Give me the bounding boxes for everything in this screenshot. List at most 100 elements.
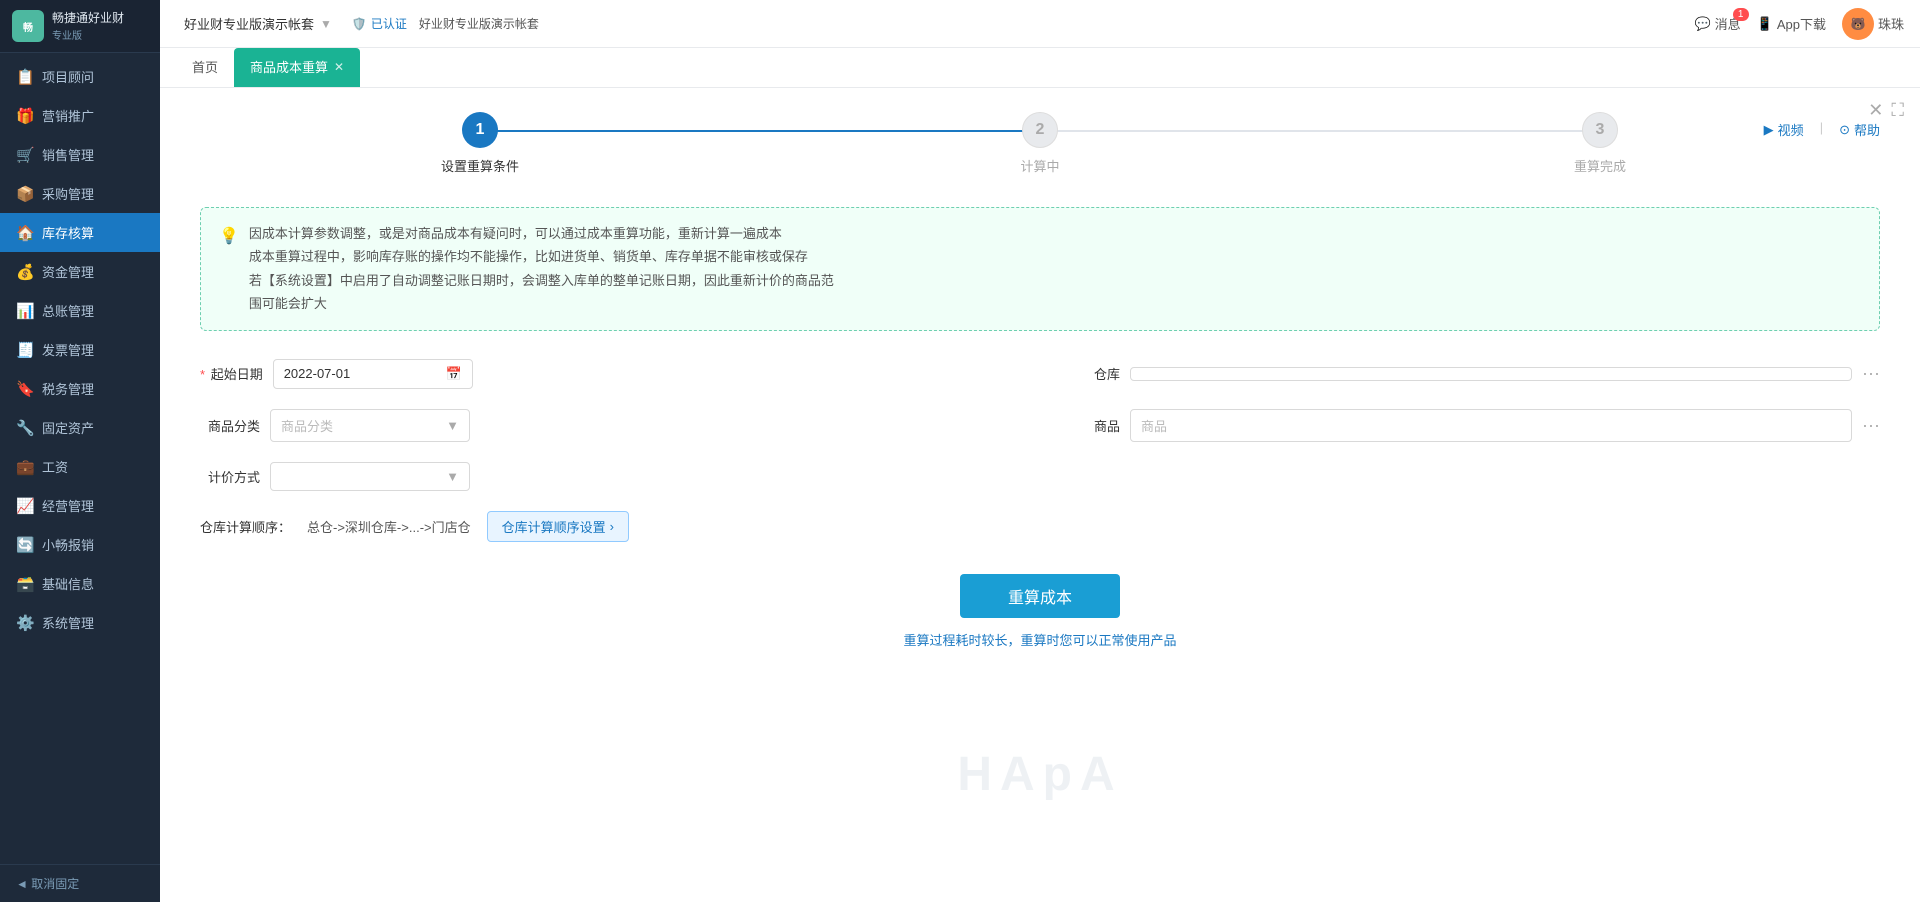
sidebar-item-label: 项目顾问 xyxy=(42,67,94,86)
start-date-label: * 起始日期 xyxy=(200,364,263,383)
info-icon: 💡 xyxy=(219,223,239,316)
sidebar-item-fixed-assets[interactable]: 🔧 固定资产 xyxy=(0,408,160,447)
sidebar-item-finance[interactable]: 💰 资金管理 xyxy=(0,252,160,291)
sidebar-item-label: 固定资产 xyxy=(42,418,94,437)
form-row-2: 商品分类 商品分类 ▼ 商品 商品 ··· xyxy=(200,409,1880,442)
account-selector[interactable]: 好业财专业版演示帐套 ▼ xyxy=(176,10,340,37)
expense-icon: 🔄 xyxy=(16,536,34,554)
tax-icon: 🔖 xyxy=(16,380,34,398)
top-bar-right: 💬 消息 1 📱 App下载 🐻 珠珠 xyxy=(1694,8,1904,40)
sidebar-item-label: 税务管理 xyxy=(42,379,94,398)
info-text: 因成本计算参数调整，或是对商品成本有疑问时，可以通过成本重算功能，重新计算一遍成… xyxy=(249,222,834,316)
sidebar-footer-unpin[interactable]: ◄ 取消固定 xyxy=(0,864,160,902)
warehouse-order-row: 仓库计算顺序： 总仓->深圳仓库->...->门店仓 仓库计算顺序设置 › xyxy=(200,511,1880,542)
pricing-dropdown-icon: ▼ xyxy=(446,469,459,484)
sidebar-item-label: 经营管理 xyxy=(42,496,94,515)
sidebar-item-invoice[interactable]: 🧾 发票管理 xyxy=(0,330,160,369)
sidebar-item-label: 资金管理 xyxy=(42,262,94,281)
form-row-3: 计价方式 ▼ xyxy=(200,462,1880,491)
form-row-1: * 起始日期 2022-07-01 📅 仓库 ··· xyxy=(200,359,1880,389)
sidebar-item-purchase[interactable]: 📦 采购管理 xyxy=(0,174,160,213)
sidebar-item-sales[interactable]: 🛒 销售管理 xyxy=(0,135,160,174)
sidebar-item-accounting[interactable]: 📊 总账管理 xyxy=(0,291,160,330)
order-settings-button[interactable]: 仓库计算顺序设置 › xyxy=(487,511,629,542)
sidebar-item-base[interactable]: 🗃️ 基础信息 xyxy=(0,564,160,603)
sidebar-item-label: 营销推广 xyxy=(42,106,94,125)
sidebar-item-system[interactable]: ⚙️ 系统管理 xyxy=(0,603,160,642)
warehouse-input[interactable] xyxy=(1130,367,1852,381)
fixed-assets-icon: 🔧 xyxy=(16,419,34,437)
step-1-label: 设置重算条件 xyxy=(441,156,519,175)
step-3-label: 重算完成 xyxy=(1574,156,1626,175)
ops-icon: 📈 xyxy=(16,497,34,515)
project-icon: 📋 xyxy=(16,68,34,86)
start-date-input[interactable]: 2022-07-01 📅 xyxy=(273,359,473,389)
pricing-label: 计价方式 xyxy=(200,467,260,486)
sidebar-item-label: 发票管理 xyxy=(42,340,94,359)
app-title: 畅捷通好业财 xyxy=(52,10,124,27)
expand-panel-button[interactable]: ⛶ xyxy=(1891,100,1904,121)
tab-home[interactable]: 首页 xyxy=(176,48,234,87)
inventory-icon: 🏠 xyxy=(16,224,34,242)
goods-input[interactable]: 商品 xyxy=(1130,409,1852,442)
purchase-icon: 📦 xyxy=(16,185,34,203)
sidebar-item-label: 系统管理 xyxy=(42,613,94,632)
calendar-icon: 📅 xyxy=(446,366,462,382)
step-1: 1 设置重算条件 xyxy=(200,112,760,175)
sidebar: 畅 畅捷通好业财 专业版 📋 项目顾问 🎁 营销推广 🛒 销售管理 📦 采购管理… xyxy=(0,0,160,902)
step-2-label: 计算中 xyxy=(1020,156,1059,175)
steps-actions: ▶ 视频 | ⊙ 帮助 xyxy=(1764,120,1880,139)
base-icon: 🗃️ xyxy=(16,575,34,593)
help-button[interactable]: ⊙ 帮助 xyxy=(1839,120,1880,139)
sidebar-nav: 📋 项目顾问 🎁 营销推广 🛒 销售管理 📦 采购管理 🏠 库存核算 💰 资金管… xyxy=(0,53,160,864)
pricing-input[interactable]: ▼ xyxy=(270,462,470,491)
sidebar-item-label: 小畅报销 xyxy=(42,535,94,554)
step-3-circle: 3 xyxy=(1582,112,1618,148)
video-button[interactable]: ▶ 视频 xyxy=(1764,120,1804,139)
goods-label: 商品 xyxy=(1060,416,1120,435)
required-star: * xyxy=(200,367,205,382)
sidebar-item-salary[interactable]: 💼 工资 xyxy=(0,447,160,486)
sidebar-item-tax[interactable]: 🔖 税务管理 xyxy=(0,369,160,408)
close-panel-button[interactable]: ✕ xyxy=(1868,100,1883,121)
tab-recalc[interactable]: 商品成本重算 ✕ xyxy=(234,48,360,87)
sidebar-item-expense[interactable]: 🔄 小畅报销 xyxy=(0,525,160,564)
tab-recalc-label: 商品成本重算 xyxy=(250,57,328,76)
warehouse-label: 仓库 xyxy=(1060,364,1120,383)
category-label: 商品分类 xyxy=(200,416,260,435)
category-input[interactable]: 商品分类 ▼ xyxy=(270,409,470,442)
goods-more-icon[interactable]: ··· xyxy=(1862,415,1880,436)
finance-icon: 💰 xyxy=(16,263,34,281)
phone-icon: 📱 xyxy=(1757,16,1773,32)
sidebar-item-label: 工资 xyxy=(42,457,68,476)
sidebar-item-label: 销售管理 xyxy=(42,145,94,164)
sidebar-item-label: 总账管理 xyxy=(42,301,94,320)
sidebar-item-label: 采购管理 xyxy=(42,184,94,203)
sidebar-item-project[interactable]: 📋 项目顾问 xyxy=(0,57,160,96)
verified-account-text: 好业财专业版演示帐套 xyxy=(419,15,539,32)
top-bar: 好业财专业版演示帐套 ▼ 🛡️ 已认证 好业财专业版演示帐套 💬 消息 1 📱 … xyxy=(160,0,1920,48)
form-group-goods: 商品 商品 ··· xyxy=(1060,409,1880,442)
warehouse-more-icon[interactable]: ··· xyxy=(1862,363,1880,384)
message-icon: 💬 xyxy=(1694,16,1710,32)
app-subtitle: 专业版 xyxy=(52,27,124,42)
tab-close-icon[interactable]: ✕ xyxy=(334,60,344,74)
tab-bar: 首页 商品成本重算 ✕ xyxy=(160,48,1920,88)
tab-home-label: 首页 xyxy=(192,57,218,76)
recalc-button[interactable]: 重算成本 xyxy=(960,574,1120,618)
app-download-button[interactable]: 📱 App下载 xyxy=(1757,14,1826,33)
shield-icon: 🛡️ xyxy=(352,17,367,31)
sidebar-item-ops[interactable]: 📈 经营管理 xyxy=(0,486,160,525)
sidebar-item-marketing[interactable]: 🎁 营销推广 xyxy=(0,96,160,135)
sidebar-item-inventory[interactable]: 🏠 库存核算 xyxy=(0,213,160,252)
panel-actions: ✕ ⛶ xyxy=(1868,100,1904,121)
help-icon: ⊙ xyxy=(1839,122,1850,138)
message-button[interactable]: 💬 消息 1 xyxy=(1694,14,1740,33)
accounting-icon: 📊 xyxy=(16,302,34,320)
dropdown-icon: ▼ xyxy=(446,418,459,433)
user-avatar-button[interactable]: 🐻 珠珠 xyxy=(1842,8,1904,40)
marketing-icon: 🎁 xyxy=(16,107,34,125)
form-group-warehouse: 仓库 ··· xyxy=(1060,363,1880,384)
avatar-emoji: 🐻 xyxy=(1851,17,1866,31)
order-value: 总仓->深圳仓库->...->门店仓 xyxy=(307,517,471,536)
